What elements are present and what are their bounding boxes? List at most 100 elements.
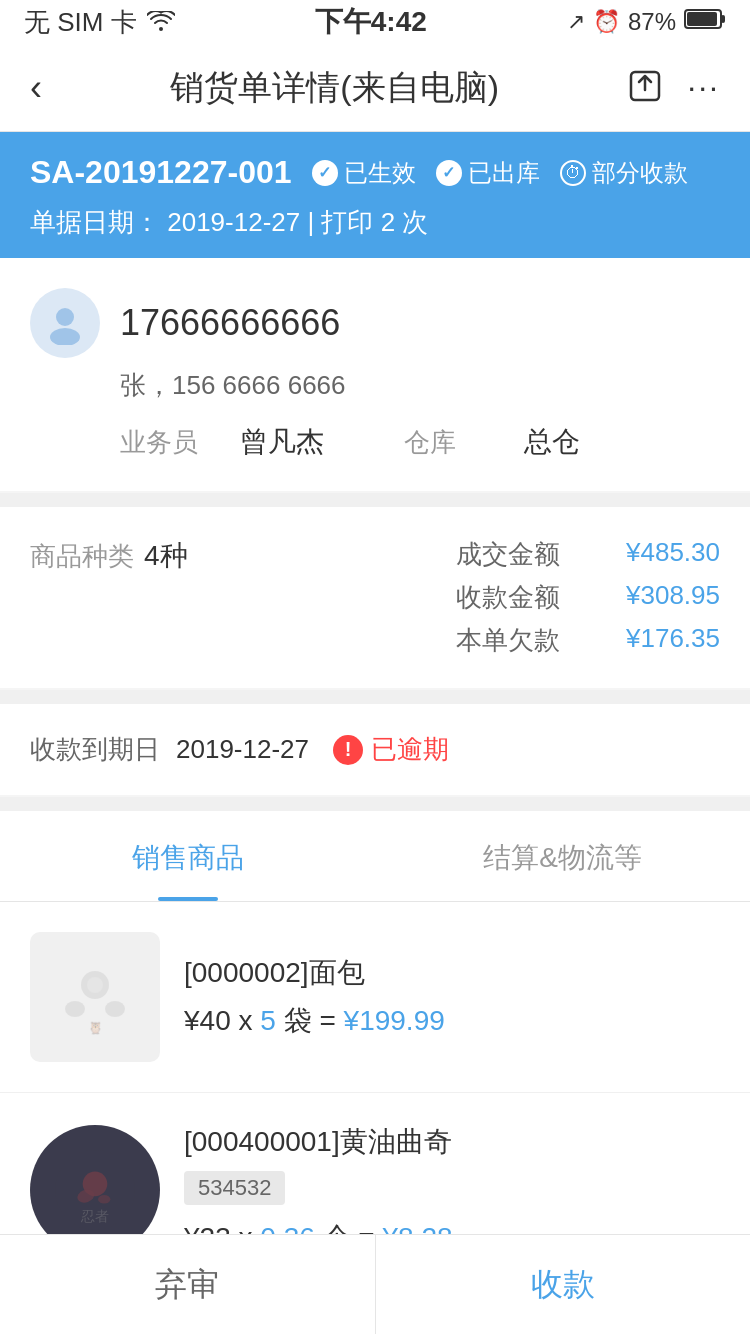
stats-left: 商品种类 4种 [30,537,188,575]
divider-2 [0,690,750,704]
more-icon[interactable]: ··· [687,69,720,106]
status-bar: 无 SIM 卡 下午4:42 ↗ ⏰ 87% [0,0,750,44]
wifi-icon [147,7,175,38]
share-icon[interactable] [627,68,663,108]
stats-row: 商品种类 4种 成交金额 ¥485.30 收款金额 ¥308.95 本单欠款 ¥… [30,537,720,658]
customer-section: 17666666666 张，156 6666 6666 业务员 曾凡杰 仓库 总… [0,258,750,491]
svg-point-4 [56,308,74,326]
svg-point-14 [98,1195,110,1204]
stat-item-2: 收款金额 ¥308.95 [456,580,720,615]
nav-bar: ‹ 销货单详情(来自电脑) ··· [0,44,750,132]
cancel-label: 弃审 [155,1263,219,1307]
product-qty-1: 5 [260,1005,276,1036]
overdue-icon: ! [333,735,363,765]
pay-label: 收款 [531,1263,595,1307]
tab-sales[interactable]: 销售商品 [0,811,375,901]
salesman-label: 业务员 [120,425,240,460]
stat-name-3: 本单欠款 [456,623,560,658]
bottom-bar: 弃审 收款 [0,1234,750,1334]
svg-point-5 [50,328,80,345]
order-meta-label: 单据日期： [30,207,160,237]
stat-val-1: ¥485.30 [600,537,720,572]
badge-partial-label: 部分收款 [592,157,688,189]
alarm-icon: ⏰ [593,9,620,35]
badge-partial: ⏱ 部分收款 [560,157,688,189]
stat-val-3: ¥176.35 [600,623,720,658]
product-unit-1: 袋 [284,1005,312,1036]
battery-icon [684,8,726,36]
product-item-1[interactable]: 🦉 [0000002]面包 ¥40 x 5 袋 = ¥199.99 [0,902,750,1093]
svg-rect-2 [687,12,717,26]
badge-shipped: ✓ 已出库 [436,157,540,189]
tab-settlement[interactable]: 结算&物流等 [375,811,750,901]
warehouse-label: 仓库 [404,425,524,460]
product-total-1: ¥199.99 [344,1005,445,1036]
divider-3 [0,797,750,811]
sim-label: 无 SIM 卡 [24,5,137,40]
svg-text:忍者: 忍者 [80,1209,109,1224]
badge-effective: ✓ 已生效 [312,157,416,189]
tab-settlement-label: 结算&物流等 [483,842,642,873]
warehouse-value: 总仓 [524,423,580,461]
product-sku-2: 534532 [184,1171,285,1205]
svg-point-9 [105,1001,125,1017]
due-section: 收款到期日 2019-12-27 ! 已逾期 [0,704,750,795]
product-eq-1: = [319,1005,343,1036]
stats-section: 商品种类 4种 成交金额 ¥485.30 收款金额 ¥308.95 本单欠款 ¥… [0,507,750,688]
order-meta-date: 2019-12-27 [167,207,300,237]
due-date: 2019-12-27 [176,734,309,765]
order-number: SA-20191227-001 [30,154,292,191]
battery-label: 87% [628,8,676,36]
tab-sales-label: 销售商品 [132,842,244,873]
customer-detail-row: 业务员 曾凡杰 仓库 总仓 [120,423,720,461]
status-bar-time: 下午4:42 [315,3,427,41]
product-thumb-1: 🦉 [30,932,160,1062]
product-price-1: ¥40 x 5 袋 = ¥199.99 [184,1002,720,1040]
order-header: SA-20191227-001 ✓ 已生效 ✓ 已出库 ⏱ 部分收款 单据日期：… [0,132,750,258]
stats-right: 成交金额 ¥485.30 收款金额 ¥308.95 本单欠款 ¥176.35 [456,537,720,658]
product-list: 🦉 [0000002]面包 ¥40 x 5 袋 = ¥199.99 忍者 [0,902,750,1288]
product-info-1: [0000002]面包 ¥40 x 5 袋 = ¥199.99 [184,954,720,1040]
salesman-value: 曾凡杰 [240,423,324,461]
cancel-button[interactable]: 弃审 [0,1235,376,1334]
due-label: 收款到期日 [30,732,160,767]
order-meta-print: | 打印 2 次 [307,207,428,237]
check-icon-2: ✓ [436,160,462,186]
status-bar-left: 无 SIM 卡 [24,5,175,40]
svg-text:🦉: 🦉 [88,1020,103,1035]
svg-point-8 [65,1001,85,1017]
order-header-top: SA-20191227-001 ✓ 已生效 ✓ 已出库 ⏱ 部分收款 [30,154,720,191]
stat-name-1: 成交金额 [456,537,560,572]
clock-icon: ⏱ [560,160,586,186]
check-icon-1: ✓ [312,160,338,186]
status-bar-right: ↗ ⏰ 87% [567,8,726,36]
type-count: 4种 [144,537,188,575]
divider-1 [0,493,750,507]
order-meta: 单据日期： 2019-12-27 | 打印 2 次 [30,205,720,240]
page-title: 销货单详情(来自电脑) [170,65,499,111]
customer-name: 17666666666 [120,302,340,344]
overdue-text: 已逾期 [371,732,449,767]
pay-button[interactable]: 收款 [376,1235,751,1334]
svg-rect-1 [721,15,725,23]
overdue-badge: ! 已逾期 [333,732,449,767]
product-name-2: [000400001]黄油曲奇 [184,1123,720,1161]
stat-item-3: 本单欠款 ¥176.35 [456,623,720,658]
product-price-base-1: ¥40 [184,1005,231,1036]
back-button[interactable]: ‹ [30,67,42,109]
nav-actions: ··· [627,68,720,108]
svg-point-7 [87,977,103,993]
type-label: 商品种类 [30,539,134,574]
badge-shipped-label: 已出库 [468,157,540,189]
customer-row: 17666666666 [30,288,720,358]
tabs-section: 销售商品 结算&物流等 [0,811,750,902]
customer-sub: 张，156 6666 6666 [120,368,720,403]
product-name-1: [0000002]面包 [184,954,720,992]
badge-effective-label: 已生效 [344,157,416,189]
stat-item-1: 成交金额 ¥485.30 [456,537,720,572]
stat-val-2: ¥308.95 [600,580,720,615]
location-icon: ↗ [567,9,585,35]
product-price-x-1: x [239,1005,261,1036]
avatar [30,288,100,358]
stat-name-2: 收款金额 [456,580,560,615]
